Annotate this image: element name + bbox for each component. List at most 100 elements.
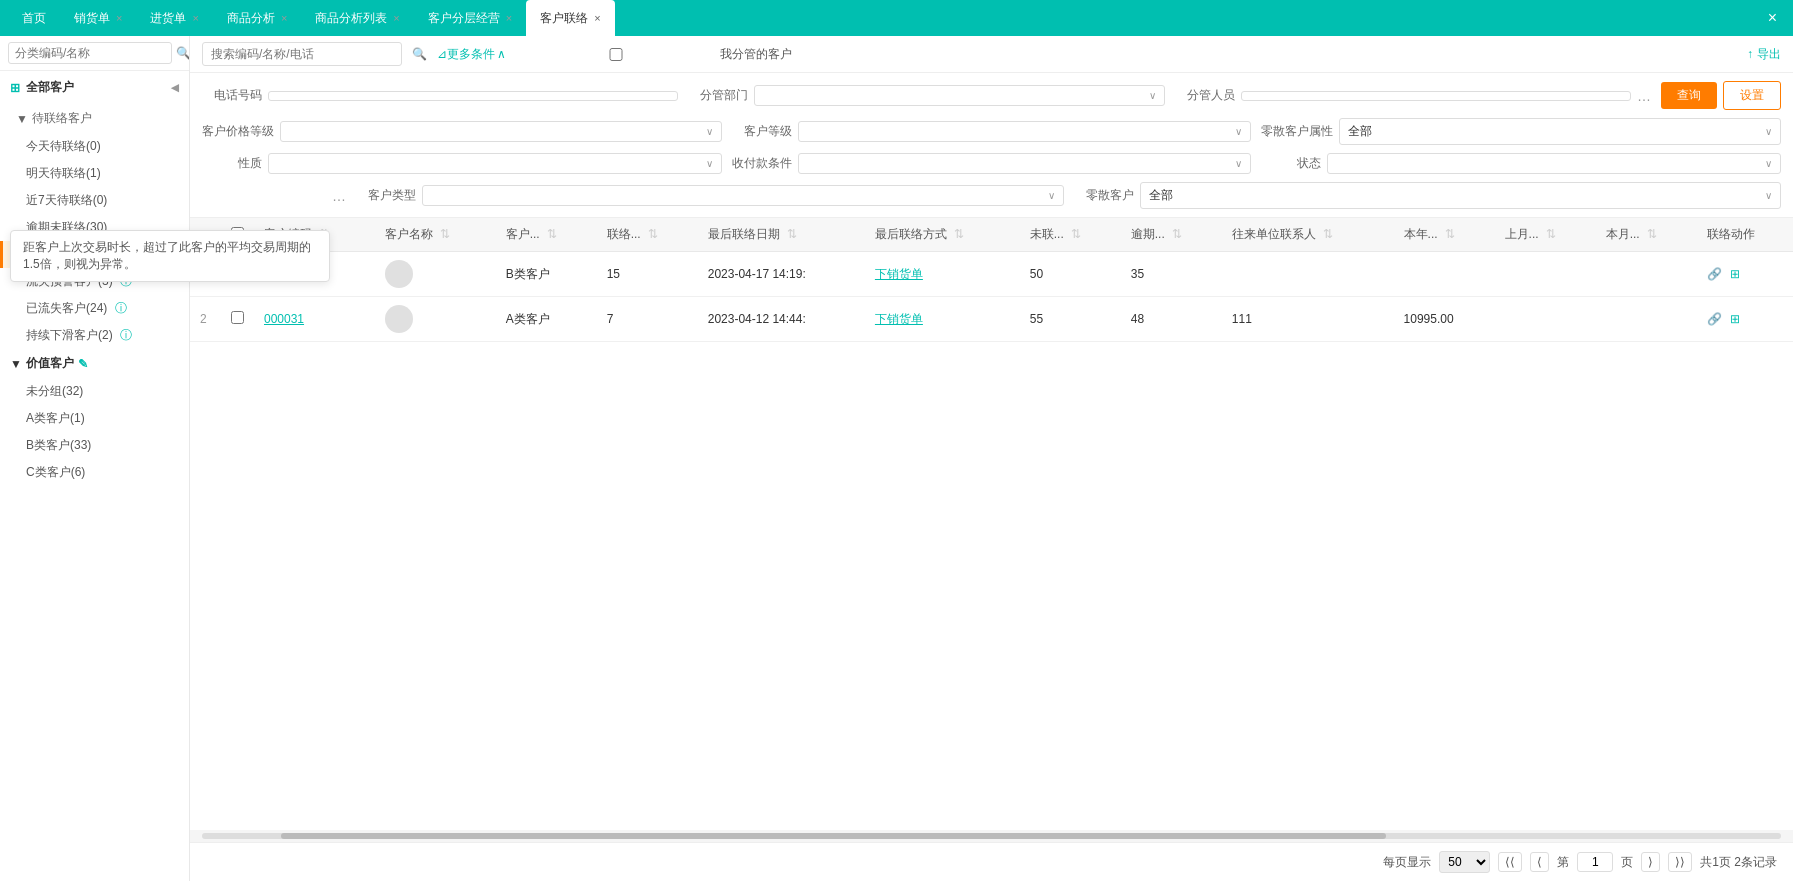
tab-home[interactable]: 首页 (8, 0, 60, 36)
sort-type-icon[interactable]: ⇅ (547, 227, 557, 241)
window-close-button[interactable]: × (1760, 9, 1785, 27)
sidebar-item-7days[interactable]: 近7天待联络(0) (0, 187, 189, 214)
sort-this-year-icon[interactable]: ⇅ (1445, 227, 1455, 241)
col-header-last-month[interactable]: 上月... ⇅ (1495, 218, 1596, 252)
person-input[interactable] (1241, 91, 1631, 101)
sidebar-item-today[interactable]: 今天待联络(0) (0, 133, 189, 160)
col-header-this-month[interactable]: 本月... ⇅ (1596, 218, 1697, 252)
sidebar-item-tomorrow[interactable]: 明天待联络(1) (0, 160, 189, 187)
sort-this-month-icon[interactable]: ⇅ (1647, 227, 1657, 241)
tab-analysis-close[interactable]: × (281, 12, 287, 24)
tab-analysis-list-close[interactable]: × (393, 12, 399, 24)
sidebar-value-title[interactable]: ▼ 价值客户 ✎ (0, 349, 189, 378)
tab-customer-contact[interactable]: 客户联络 × (526, 0, 614, 36)
row-1-grid-icon[interactable]: ⊞ (1730, 267, 1740, 281)
tab-sales-close[interactable]: × (116, 12, 122, 24)
filter-cell-status: 状态 ∨ (1261, 153, 1781, 174)
search-input[interactable] (202, 42, 402, 66)
sort-last-date-icon[interactable]: ⇅ (787, 227, 797, 241)
gender-select[interactable]: ∨ (268, 153, 722, 174)
person-more-icon[interactable]: … (1637, 88, 1651, 104)
sort-last-month-icon[interactable]: ⇅ (1546, 227, 1556, 241)
row-2-grid-icon[interactable]: ⊞ (1730, 312, 1740, 326)
scrollbar-thumb[interactable] (281, 833, 1386, 839)
sidebar-item-class-c[interactable]: C类客户(6) (0, 459, 189, 486)
tab-customer-contact-close[interactable]: × (594, 12, 600, 24)
sidebar-item-lost[interactable]: 已流失客户(24) ⓘ (0, 295, 189, 322)
filter-cell-retail-attr: 零散客户属性 全部 ∨ (1261, 118, 1781, 145)
sidebar-item-class-b[interactable]: B类客户(33) (0, 432, 189, 459)
sort-contacts-person-icon[interactable]: ⇅ (1323, 227, 1333, 241)
sort-contact-icon[interactable]: ⇅ (648, 227, 658, 241)
tab-purchase-close[interactable]: × (192, 12, 198, 24)
tab-analysis[interactable]: 商品分析 × (213, 0, 301, 36)
sort-unlocked-icon[interactable]: ⇅ (1071, 227, 1081, 241)
sidebar-pending-title[interactable]: ▼ 待联络客户 (0, 104, 189, 133)
row-2-select[interactable] (231, 311, 244, 324)
row-1-this-month (1596, 252, 1697, 297)
col-header-this-year[interactable]: 本年... ⇅ (1394, 218, 1495, 252)
col-header-contact[interactable]: 联络... ⇅ (597, 218, 698, 252)
dept-select[interactable]: ∨ (754, 85, 1164, 106)
last-page-button[interactable]: ⟩⟩ (1668, 852, 1692, 872)
col-header-overdue[interactable]: 逾期... ⇅ (1121, 218, 1222, 252)
more-filters-dots[interactable]: … (332, 188, 346, 204)
col-header-action: 联络动作 (1697, 218, 1793, 252)
retail-attr-select[interactable]: 全部 ∨ (1339, 118, 1781, 145)
gender-chevron-icon: ∨ (706, 158, 713, 169)
tab-customer-layer[interactable]: 客户分层经营 × (414, 0, 526, 36)
my-customers-checkbox[interactable]: 我分管的客户 (516, 46, 792, 63)
row-2-avatar (385, 305, 413, 333)
phone-input[interactable] (268, 91, 678, 101)
prev-page-button[interactable]: ⟨ (1530, 852, 1549, 872)
more-filter-button[interactable]: ⊿ 更多条件 ∧ (437, 46, 506, 63)
sort-name-icon[interactable]: ⇅ (440, 227, 450, 241)
tab-sales[interactable]: 销货单 × (60, 0, 136, 36)
price-level-select[interactable]: ∨ (280, 121, 722, 142)
row-2-last-method[interactable]: 下销货单 (865, 297, 1020, 342)
col-header-type[interactable]: 客户... ⇅ (496, 218, 597, 252)
table-area: ⚙ 客户编码 ⇅ 客户名称 ⇅ (190, 218, 1793, 830)
sidebar: 🔍 ⊞ 全部客户 ◀ ▼ 待联络客户 今天待联络(0) 明天待联络(1) 近7天… (0, 36, 190, 881)
horizontal-scrollbar[interactable] (190, 830, 1793, 842)
col-header-last-method[interactable]: 最后联络方式 ⇅ (865, 218, 1020, 252)
sort-last-method-icon[interactable]: ⇅ (954, 227, 964, 241)
retail-customer-select[interactable]: 全部 ∨ (1140, 182, 1782, 209)
value-edit-icon[interactable]: ✎ (78, 357, 88, 371)
my-customers-input[interactable] (516, 48, 716, 61)
sidebar-item-ungroup[interactable]: 未分组(32) (0, 378, 189, 405)
page-input[interactable] (1577, 852, 1613, 872)
row-1-link-icon[interactable]: 🔗 (1707, 267, 1722, 281)
customer-type-select[interactable]: ∨ (422, 185, 1064, 206)
tab-purchase[interactable]: 进货单 × (136, 0, 212, 36)
tab-analysis-list[interactable]: 商品分析列表 × (301, 0, 413, 36)
tab-customer-layer-close[interactable]: × (506, 12, 512, 24)
row-2-checkbox[interactable] (221, 297, 254, 342)
filter-cell-customer-type: 客户类型 ∨ (356, 185, 1064, 206)
search-icon[interactable]: 🔍 (412, 47, 427, 61)
col-header-unlocked[interactable]: 未联... ⇅ (1020, 218, 1121, 252)
row-1-last-method[interactable]: 下销货单 (865, 252, 1020, 297)
sidebar-search-input[interactable] (8, 42, 172, 64)
row-2-link-icon[interactable]: 🔗 (1707, 312, 1722, 326)
customer-level-select[interactable]: ∨ (798, 121, 1252, 142)
query-button[interactable]: 查询 (1661, 82, 1717, 109)
status-select[interactable]: ∨ (1327, 153, 1781, 174)
payment-select[interactable]: ∨ (798, 153, 1252, 174)
col-header-name[interactable]: 客户名称 ⇅ (375, 218, 496, 252)
export-button[interactable]: ↑ 导出 (1747, 46, 1781, 63)
page-label: 第 (1557, 854, 1569, 871)
col-header-last-date[interactable]: 最后联络日期 ⇅ (698, 218, 865, 252)
per-page-select[interactable]: 50 100 200 (1439, 851, 1490, 873)
sidebar-all-customers[interactable]: ⊞ 全部客户 ◀ (0, 71, 189, 104)
sort-overdue-icon[interactable]: ⇅ (1172, 227, 1182, 241)
first-page-button[interactable]: ⟨⟨ (1498, 852, 1522, 872)
settings-button[interactable]: 设置 (1723, 81, 1781, 110)
sidebar-item-declining[interactable]: 持续下滑客户(2) ⓘ (0, 322, 189, 349)
grid-icon: ⊞ (10, 81, 20, 95)
sidebar-item-class-a[interactable]: A类客户(1) (0, 405, 189, 432)
next-page-button[interactable]: ⟩ (1641, 852, 1660, 872)
sidebar-search-icon[interactable]: 🔍 (176, 46, 190, 60)
col-header-contacts-person[interactable]: 往来单位联系人 ⇅ (1222, 218, 1394, 252)
row-2-code[interactable]: 000031 (254, 297, 375, 342)
